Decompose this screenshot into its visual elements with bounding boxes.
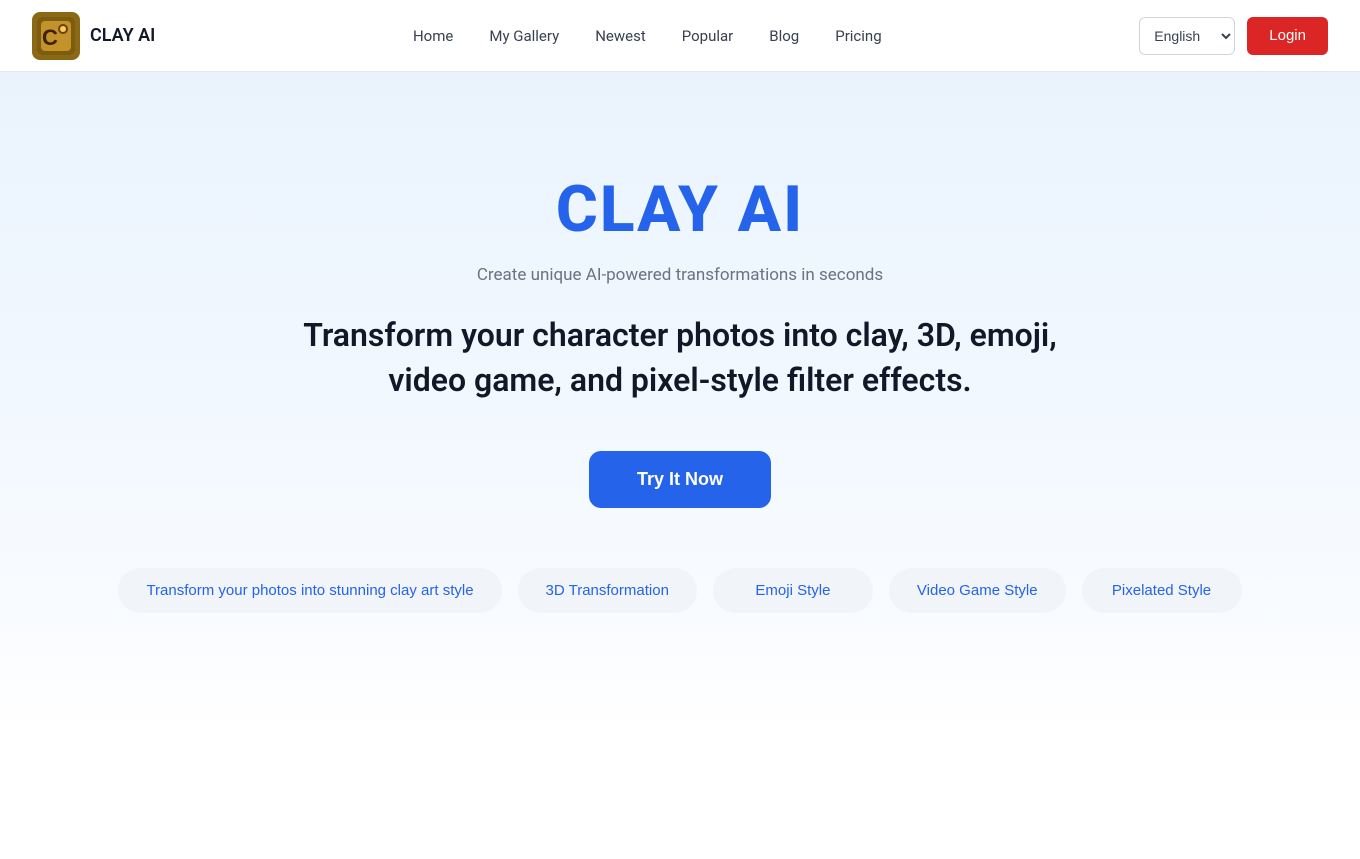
svg-text:C: C	[42, 25, 58, 50]
style-pill-clay-art[interactable]: Transform your photos into stunning clay…	[118, 568, 501, 613]
brand-name: CLAY AI	[90, 25, 155, 46]
brand-logo-link[interactable]: C CLAY AI	[32, 12, 155, 60]
navbar-right: English 中文 日本語 한국어 Español Français Logi…	[1139, 17, 1328, 55]
brand-logo-icon: C	[37, 17, 75, 55]
style-pill-3d[interactable]: 3D Transformation	[518, 568, 697, 613]
nav-newest[interactable]: Newest	[595, 27, 646, 45]
hero-section: CLAY AI Create unique AI-powered transfo…	[0, 72, 1360, 732]
nav-links: Home My Gallery Newest Popular Blog Pric…	[413, 27, 882, 45]
style-pill-video-game[interactable]: Video Game Style	[889, 568, 1066, 613]
nav-popular[interactable]: Popular	[682, 27, 734, 45]
nav-home[interactable]: Home	[413, 27, 453, 45]
style-pills-container: Transform your photos into stunning clay…	[80, 568, 1280, 613]
style-pill-pixelated[interactable]: Pixelated Style	[1082, 568, 1242, 613]
nav-blog[interactable]: Blog	[769, 27, 799, 45]
nav-pricing[interactable]: Pricing	[835, 27, 881, 45]
try-it-now-button[interactable]: Try It Now	[589, 451, 771, 508]
hero-title: CLAY AI	[556, 172, 804, 247]
nav-my-gallery[interactable]: My Gallery	[489, 27, 559, 45]
navbar: C CLAY AI Home My Gallery Newest Popular…	[0, 0, 1360, 72]
style-pill-emoji[interactable]: Emoji Style	[713, 568, 873, 613]
hero-subtitle: Create unique AI-powered transformations…	[477, 265, 883, 285]
brand-logo: C	[32, 12, 80, 60]
hero-description: Transform your character photos into cla…	[300, 313, 1060, 403]
language-select[interactable]: English 中文 日本語 한국어 Español Français	[1139, 17, 1235, 55]
login-button[interactable]: Login	[1247, 17, 1328, 55]
